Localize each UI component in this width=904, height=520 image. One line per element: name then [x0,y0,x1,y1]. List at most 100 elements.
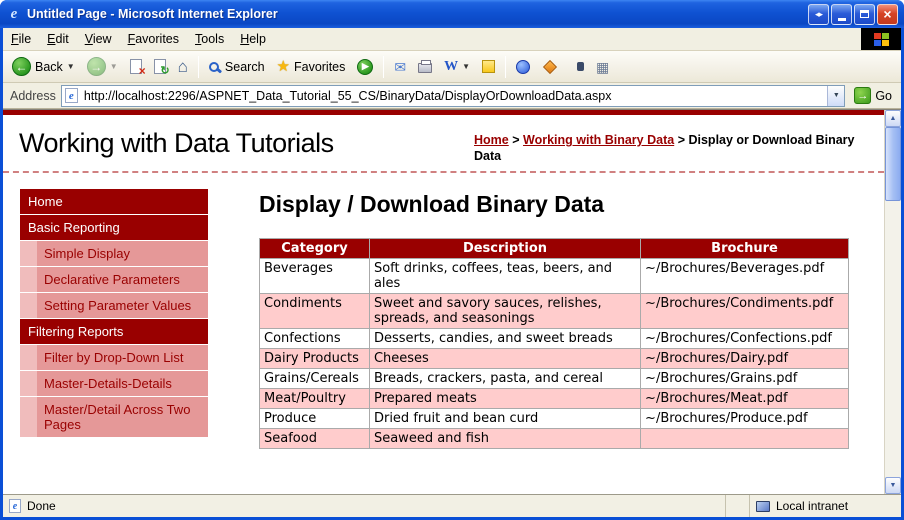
menu-help[interactable]: Help [232,28,274,50]
menu-view[interactable]: View [77,28,120,50]
back-button[interactable]: ← Back ▼ [7,54,80,79]
cell-brochure: ~/Brochures/Produce.pdf [641,409,849,429]
status-left: e Done [3,499,725,513]
sidebar-item-filter-by-drop-down-list[interactable]: Filter by Drop-Down List [37,345,208,370]
home-button[interactable]: ⌂ [173,55,193,78]
home-icon: ⌂ [178,58,188,75]
quick-launch-button[interactable]: ▦ [591,57,614,77]
vertical-scrollbar[interactable]: ▲ ▼ [884,110,901,494]
cell-description: Cheeses [369,349,640,369]
word-icon: W [444,60,458,74]
sidebar-item-filtering-reports[interactable]: Filtering Reports [20,319,208,344]
close-button[interactable]: × [877,4,898,25]
security-zone-panel: Local intranet [749,495,901,517]
back-icon: ← [12,57,31,76]
cell-brochure: ~/Brochures/Condiments.pdf [641,294,849,329]
title-bar[interactable]: e Untitled Page - Microsoft Internet Exp… [0,0,904,28]
cell-brochure: ~/Brochures/Beverages.pdf [641,259,849,294]
sidebar-subitem-wrap: Setting Parameter Values [20,293,208,318]
address-input[interactable] [82,88,827,104]
window-controls: ◂▸ × [808,4,898,25]
cell-description: Dried fruit and bean curd [369,409,640,429]
ie-logo-icon: e [6,6,22,22]
sidebar-item-simple-display[interactable]: Simple Display [37,241,208,266]
favorites-label: Favorites [294,60,345,74]
table-row: Confections Desserts, candies, and sweet… [260,329,849,349]
edit-with-word-button[interactable]: W ▼ [439,57,475,77]
scrollbar-thumb[interactable] [885,127,901,201]
messenger-button[interactable] [511,57,535,77]
menu-spacer [274,28,861,50]
sidebar-item-basic-reporting[interactable]: Basic Reporting [20,215,208,240]
done-page-icon: e [9,499,21,513]
sidebar-item-home[interactable]: Home [20,189,208,214]
breadcrumb: Home > Working with Binary Data > Displa… [474,132,868,164]
size-arrows-icon: ◂▸ [815,9,822,20]
cell-description: Sweet and savory sauces, relishes, sprea… [369,294,640,329]
scroll-down-button[interactable]: ▼ [885,477,901,494]
cell-category: Grains/Cereals [260,369,370,389]
windows-flag-icon [874,33,889,46]
table-row: Produce Dried fruit and bean curd ~/Broc… [260,409,849,429]
menu-file[interactable]: File [3,28,39,50]
breadcrumb-separator: > [512,133,519,147]
binoculars-button[interactable] [565,59,589,74]
status-bar: e Done Local intranet [3,494,901,517]
mail-button[interactable]: ✉ [389,57,411,77]
research-button[interactable] [537,57,563,77]
cell-description: Prepared meats [369,389,640,409]
cell-category: Confections [260,329,370,349]
menu-tools[interactable]: Tools [187,28,232,50]
sidebar-item-declarative-parameters[interactable]: Declarative Parameters [37,267,208,292]
notes-button[interactable] [477,57,500,76]
scroll-up-button[interactable]: ▲ [885,110,901,127]
menu-edit[interactable]: Edit [39,28,77,50]
table-row: Dairy Products Cheeses ~/Brochures/Dairy… [260,349,849,369]
print-icon [418,63,432,73]
favorites-star-icon: ★ [277,59,290,74]
back-dropdown-icon: ▼ [67,62,75,71]
col-header-brochure: Brochure [641,239,849,259]
stop-button[interactable]: × [125,56,147,77]
table-row: Seafood Seaweed and fish [260,429,849,449]
maximize-icon [860,10,869,18]
breadcrumb-link-home[interactable]: Home [474,133,509,147]
minimize-button[interactable] [831,4,852,25]
menu-bar: File Edit View Favorites Tools Help [3,28,901,51]
print-button[interactable] [413,57,437,76]
cell-description: Seaweed and fish [369,429,640,449]
sidebar-nav: Home Basic Reporting Simple Display Decl… [20,189,208,438]
sidebar-item-master-details-details[interactable]: Master-Details-Details [37,371,208,396]
categories-table: Category Description Brochure Beverages … [259,238,849,449]
status-text: Done [27,499,56,513]
window-size-button[interactable]: ◂▸ [808,4,829,25]
notes-icon [482,60,495,73]
toolbar-separator [505,56,506,78]
cell-description: Breads, crackers, pasta, and cereal [369,369,640,389]
sidebar-item-master-detail-across-two-pages[interactable]: Master/Detail Across Two Pages [37,397,208,437]
search-button[interactable]: Search [204,57,270,77]
sidebar-subitem-wrap: Simple Display [20,241,208,266]
messenger-icon [516,60,530,74]
refresh-button[interactable]: ↻ [149,56,171,77]
address-field: e ▼ [61,85,845,107]
go-button[interactable]: → Go [850,87,896,104]
sidebar-item-setting-parameter-values[interactable]: Setting Parameter Values [37,293,208,318]
menu-favorites[interactable]: Favorites [120,28,187,50]
minimize-icon [838,18,846,21]
back-label: Back [35,60,63,74]
address-dropdown-button[interactable]: ▼ [827,86,844,106]
maximize-button[interactable] [854,4,875,25]
media-button[interactable]: ▶ [352,56,378,78]
local-intranet-icon [756,501,770,512]
go-icon: → [854,87,871,104]
sidebar-subitem-wrap: Filter by Drop-Down List [20,345,208,370]
cell-brochure: ~/Brochures/Confections.pdf [641,329,849,349]
breadcrumb-link-working-with-binary-data[interactable]: Working with Binary Data [523,133,674,147]
binoculars-icon [570,62,584,71]
forward-button[interactable]: → ▼ [82,54,123,79]
cell-description: Soft drinks, coffees, teas, beers, and a… [369,259,640,294]
main-content: Display / Download Binary Data Category … [259,185,862,449]
favorites-button[interactable]: ★ Favorites [272,56,351,77]
col-header-category: Category [260,239,370,259]
